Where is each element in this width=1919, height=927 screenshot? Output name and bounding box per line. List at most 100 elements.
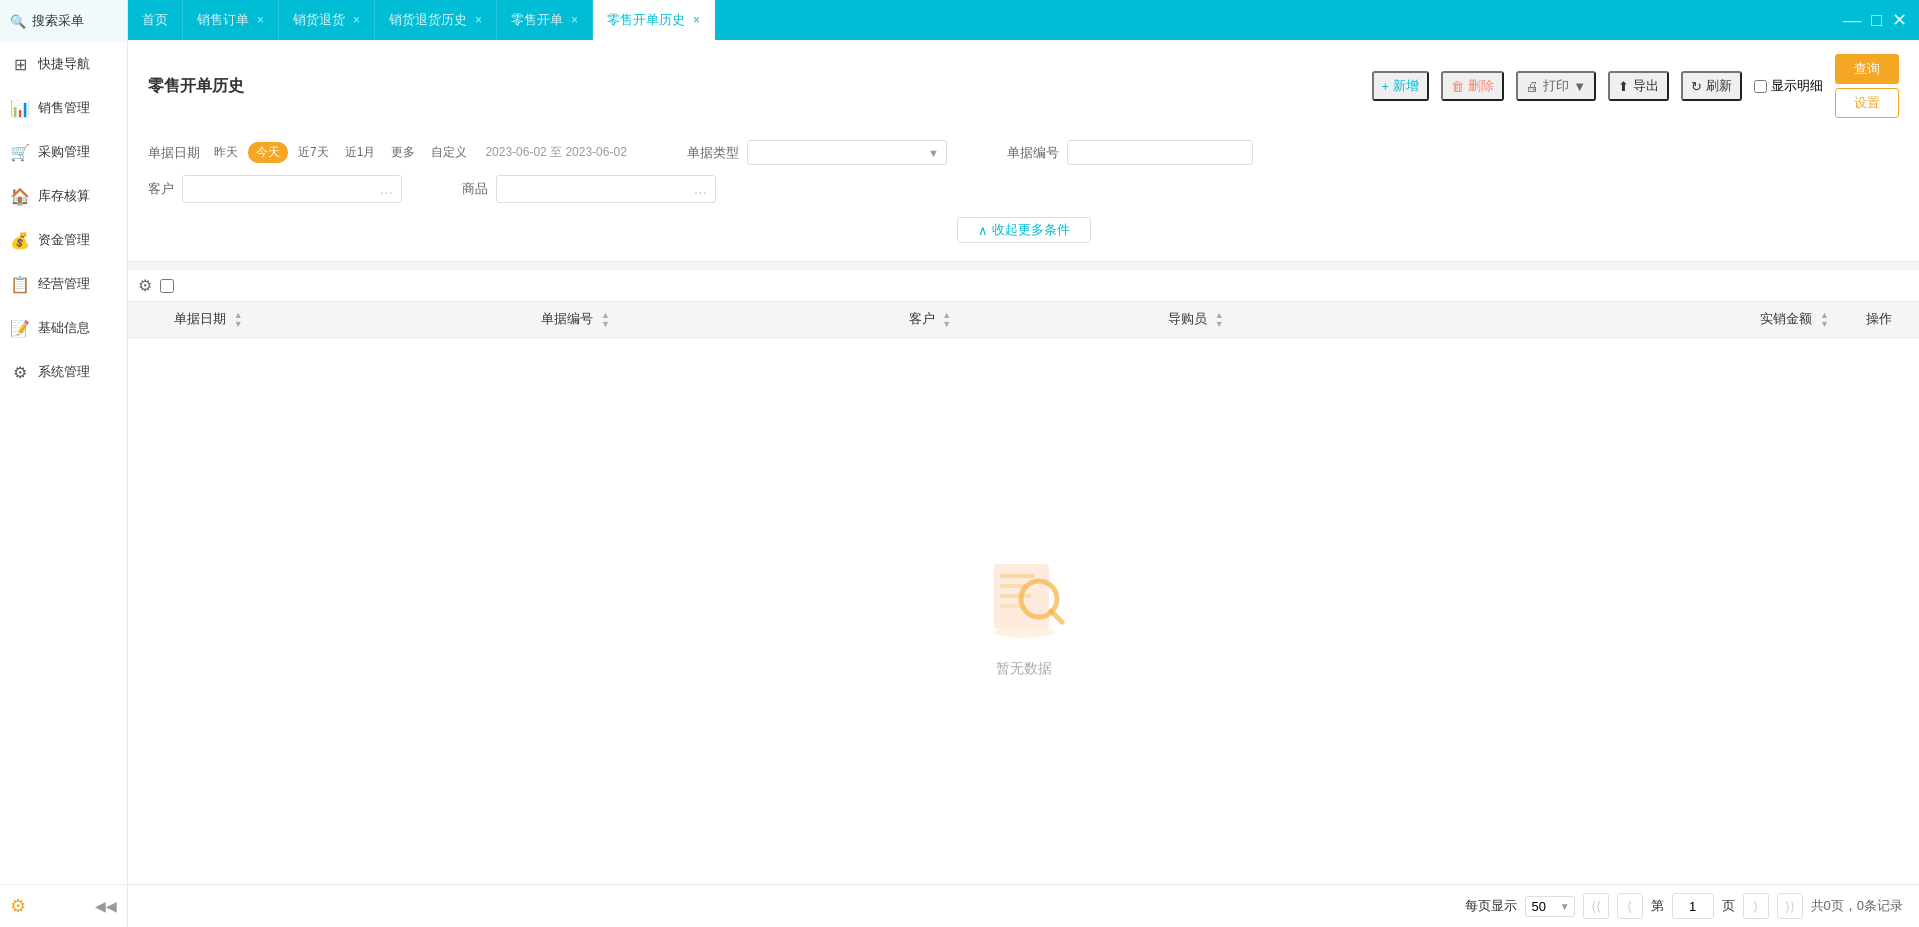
delete-icon: 🗑	[1451, 79, 1464, 94]
display-detail-label: 显示明细	[1771, 77, 1823, 95]
shortcut-last-month[interactable]: 近1月	[339, 142, 382, 163]
collapse-label: 收起更多条件	[992, 221, 1070, 239]
customer-ellipsis-icon[interactable]: ...	[380, 180, 393, 198]
sidebar-item-label: 系统管理	[38, 363, 90, 381]
tab-bar-actions: — □ ✕	[1831, 9, 1919, 31]
sidebar-item-operations[interactable]: 📋 经营管理	[0, 262, 127, 306]
refresh-icon: ↻	[1691, 79, 1702, 94]
tab-sales-return[interactable]: 销货退货 ×	[279, 0, 375, 40]
shortcut-yesterday[interactable]: 昨天	[208, 142, 244, 163]
query-set-buttons: 查询 设置	[1835, 54, 1899, 118]
col-salesperson-sort[interactable]: ▲▼	[1215, 311, 1224, 329]
print-dropdown-icon: ▼	[1573, 79, 1586, 94]
page-size-wrapper: 20 50 100 ▼	[1525, 896, 1575, 917]
tab-retail-open-history[interactable]: 零售开单历史 ×	[593, 0, 715, 40]
doc-type-select[interactable]	[747, 140, 947, 165]
tab-sales-return-close[interactable]: ×	[353, 13, 360, 27]
customer-input-wrapper[interactable]: ...	[182, 175, 402, 203]
sidebar-search-btn[interactable]: 🔍 搜索采单	[0, 0, 127, 42]
col-amount-label: 实销金额	[1760, 311, 1812, 326]
delete-button[interactable]: 🗑 删除	[1441, 71, 1504, 101]
tab-sales-return-history[interactable]: 销货退货历史 ×	[375, 0, 497, 40]
page-size-select[interactable]: 20 50 100	[1525, 896, 1575, 917]
sidebar-bottom: ⚙ ◀◀	[0, 884, 127, 927]
filter-product: 商品 ...	[462, 175, 716, 203]
sidebar-item-purchase-mgmt[interactable]: 🛒 采购管理	[0, 130, 127, 174]
filter-area: 单据日期 昨天 今天 近7天 近1月 更多 自定义 2023-06-02 至 2…	[148, 130, 1899, 261]
collapse-sidebar-icon[interactable]: ◀◀	[95, 898, 117, 914]
col-salesperson[interactable]: 导购员 ▲▼	[1158, 302, 1471, 337]
svg-rect-5	[1000, 604, 1020, 608]
export-button[interactable]: ⬆ 导出	[1608, 71, 1669, 101]
collapse-button[interactable]: ∧ 收起更多条件	[957, 217, 1091, 243]
col-actions: 操作	[1839, 302, 1919, 337]
print-button[interactable]: 🖨 打印 ▼	[1516, 71, 1596, 101]
product-ellipsis-icon[interactable]: ...	[694, 180, 707, 198]
display-detail-checkbox[interactable]	[1754, 80, 1767, 93]
next-page-btn[interactable]: ⟩	[1743, 893, 1769, 919]
tab-sales-return-history-label: 销货退货历史	[389, 11, 467, 29]
doc-no-input[interactable]	[1067, 140, 1253, 165]
first-page-btn[interactable]: ⟨⟨	[1583, 893, 1609, 919]
print-icon: 🖨	[1526, 79, 1539, 94]
sidebar-item-label: 销售管理	[38, 99, 90, 117]
table-settings-icon[interactable]: ⚙	[138, 276, 152, 295]
col-amount-sort[interactable]: ▲▼	[1820, 311, 1829, 329]
tab-sales-return-history-close[interactable]: ×	[475, 13, 482, 27]
sidebar-item-sys-mgmt[interactable]: ⚙ 系统管理	[0, 350, 127, 394]
prev-page-btn[interactable]: ⟨	[1617, 893, 1643, 919]
sidebar: 🔍 搜索采单 ⊞ 快捷导航 📊 销售管理 🛒 采购管理 🏠 库存核算 💰 资金管…	[0, 0, 128, 927]
tab-sales-order-label: 销售订单	[197, 11, 249, 29]
product-input[interactable]	[505, 182, 694, 197]
sidebar-item-sales-mgmt[interactable]: 📊 销售管理	[0, 86, 127, 130]
sidebar-item-label: 快捷导航	[38, 55, 90, 73]
refresh-button[interactable]: ↻ 刷新	[1681, 71, 1742, 101]
col-doc-no[interactable]: 单据编号 ▲▼	[531, 302, 898, 337]
display-detail-checkbox-label[interactable]: 显示明细	[1754, 77, 1823, 95]
customer-input[interactable]	[191, 182, 380, 197]
tab-close-all-icon[interactable]: ✕	[1892, 9, 1907, 31]
settings-bottom-icon[interactable]: ⚙	[10, 895, 26, 917]
page-number-input[interactable]	[1672, 893, 1714, 919]
date-shortcuts: 昨天 今天 近7天 近1月 更多 自定义	[208, 142, 473, 163]
tab-retail-open-close[interactable]: ×	[571, 13, 578, 27]
col-doc-no-sort[interactable]: ▲▼	[601, 311, 610, 329]
sidebar-item-finance[interactable]: 💰 资金管理	[0, 218, 127, 262]
inventory-icon: 🏠	[10, 186, 30, 206]
product-input-wrapper[interactable]: ...	[496, 175, 716, 203]
export-icon: ⬆	[1618, 79, 1629, 94]
collapse-row: ∧ 收起更多条件	[148, 213, 1899, 251]
shortcut-custom[interactable]: 自定义	[425, 142, 473, 163]
col-date[interactable]: 单据日期 ▲▼	[164, 302, 531, 337]
sidebar-item-quick-nav[interactable]: ⊞ 快捷导航	[0, 42, 127, 86]
empty-illustration	[974, 544, 1074, 644]
tab-minimize-icon[interactable]: —	[1843, 10, 1861, 31]
col-date-sort[interactable]: ▲▼	[234, 311, 243, 329]
sidebar-item-basic-info[interactable]: 📝 基础信息	[0, 306, 127, 350]
query-button[interactable]: 查询	[1835, 54, 1899, 84]
export-label: 导出	[1633, 77, 1659, 95]
col-customer[interactable]: 客户 ▲▼	[899, 302, 1158, 337]
filter-customer: 客户 ...	[148, 175, 402, 203]
operations-icon: 📋	[10, 274, 30, 294]
col-customer-sort[interactable]: ▲▼	[942, 311, 951, 329]
shortcut-more[interactable]: 更多	[385, 142, 421, 163]
last-page-btn[interactable]: ⟩⟩	[1777, 893, 1803, 919]
settings-button[interactable]: 设置	[1835, 88, 1899, 118]
col-amount[interactable]: 实销金额 ▲▼	[1472, 302, 1839, 337]
finance-icon: 💰	[10, 230, 30, 250]
tab-retail-open[interactable]: 零售开单 ×	[497, 0, 593, 40]
sidebar-item-inventory[interactable]: 🏠 库存核算	[0, 174, 127, 218]
add-button[interactable]: + 新增	[1372, 71, 1430, 101]
content-area: 零售开单历史 + 新增 🗑 删除 🖨 打印 ▼	[128, 40, 1919, 927]
tab-retail-open-history-close[interactable]: ×	[693, 13, 700, 27]
shortcut-last7[interactable]: 近7天	[292, 142, 335, 163]
tab-maximize-icon[interactable]: □	[1871, 10, 1882, 31]
sidebar-item-label: 资金管理	[38, 231, 90, 249]
shortcut-today[interactable]: 今天	[248, 142, 288, 163]
tab-home[interactable]: 首页	[128, 0, 183, 40]
tab-sales-order-close[interactable]: ×	[257, 13, 264, 27]
tab-sales-order[interactable]: 销售订单 ×	[183, 0, 279, 40]
sidebar-item-label: 采购管理	[38, 143, 90, 161]
select-all-checkbox[interactable]	[160, 279, 174, 293]
